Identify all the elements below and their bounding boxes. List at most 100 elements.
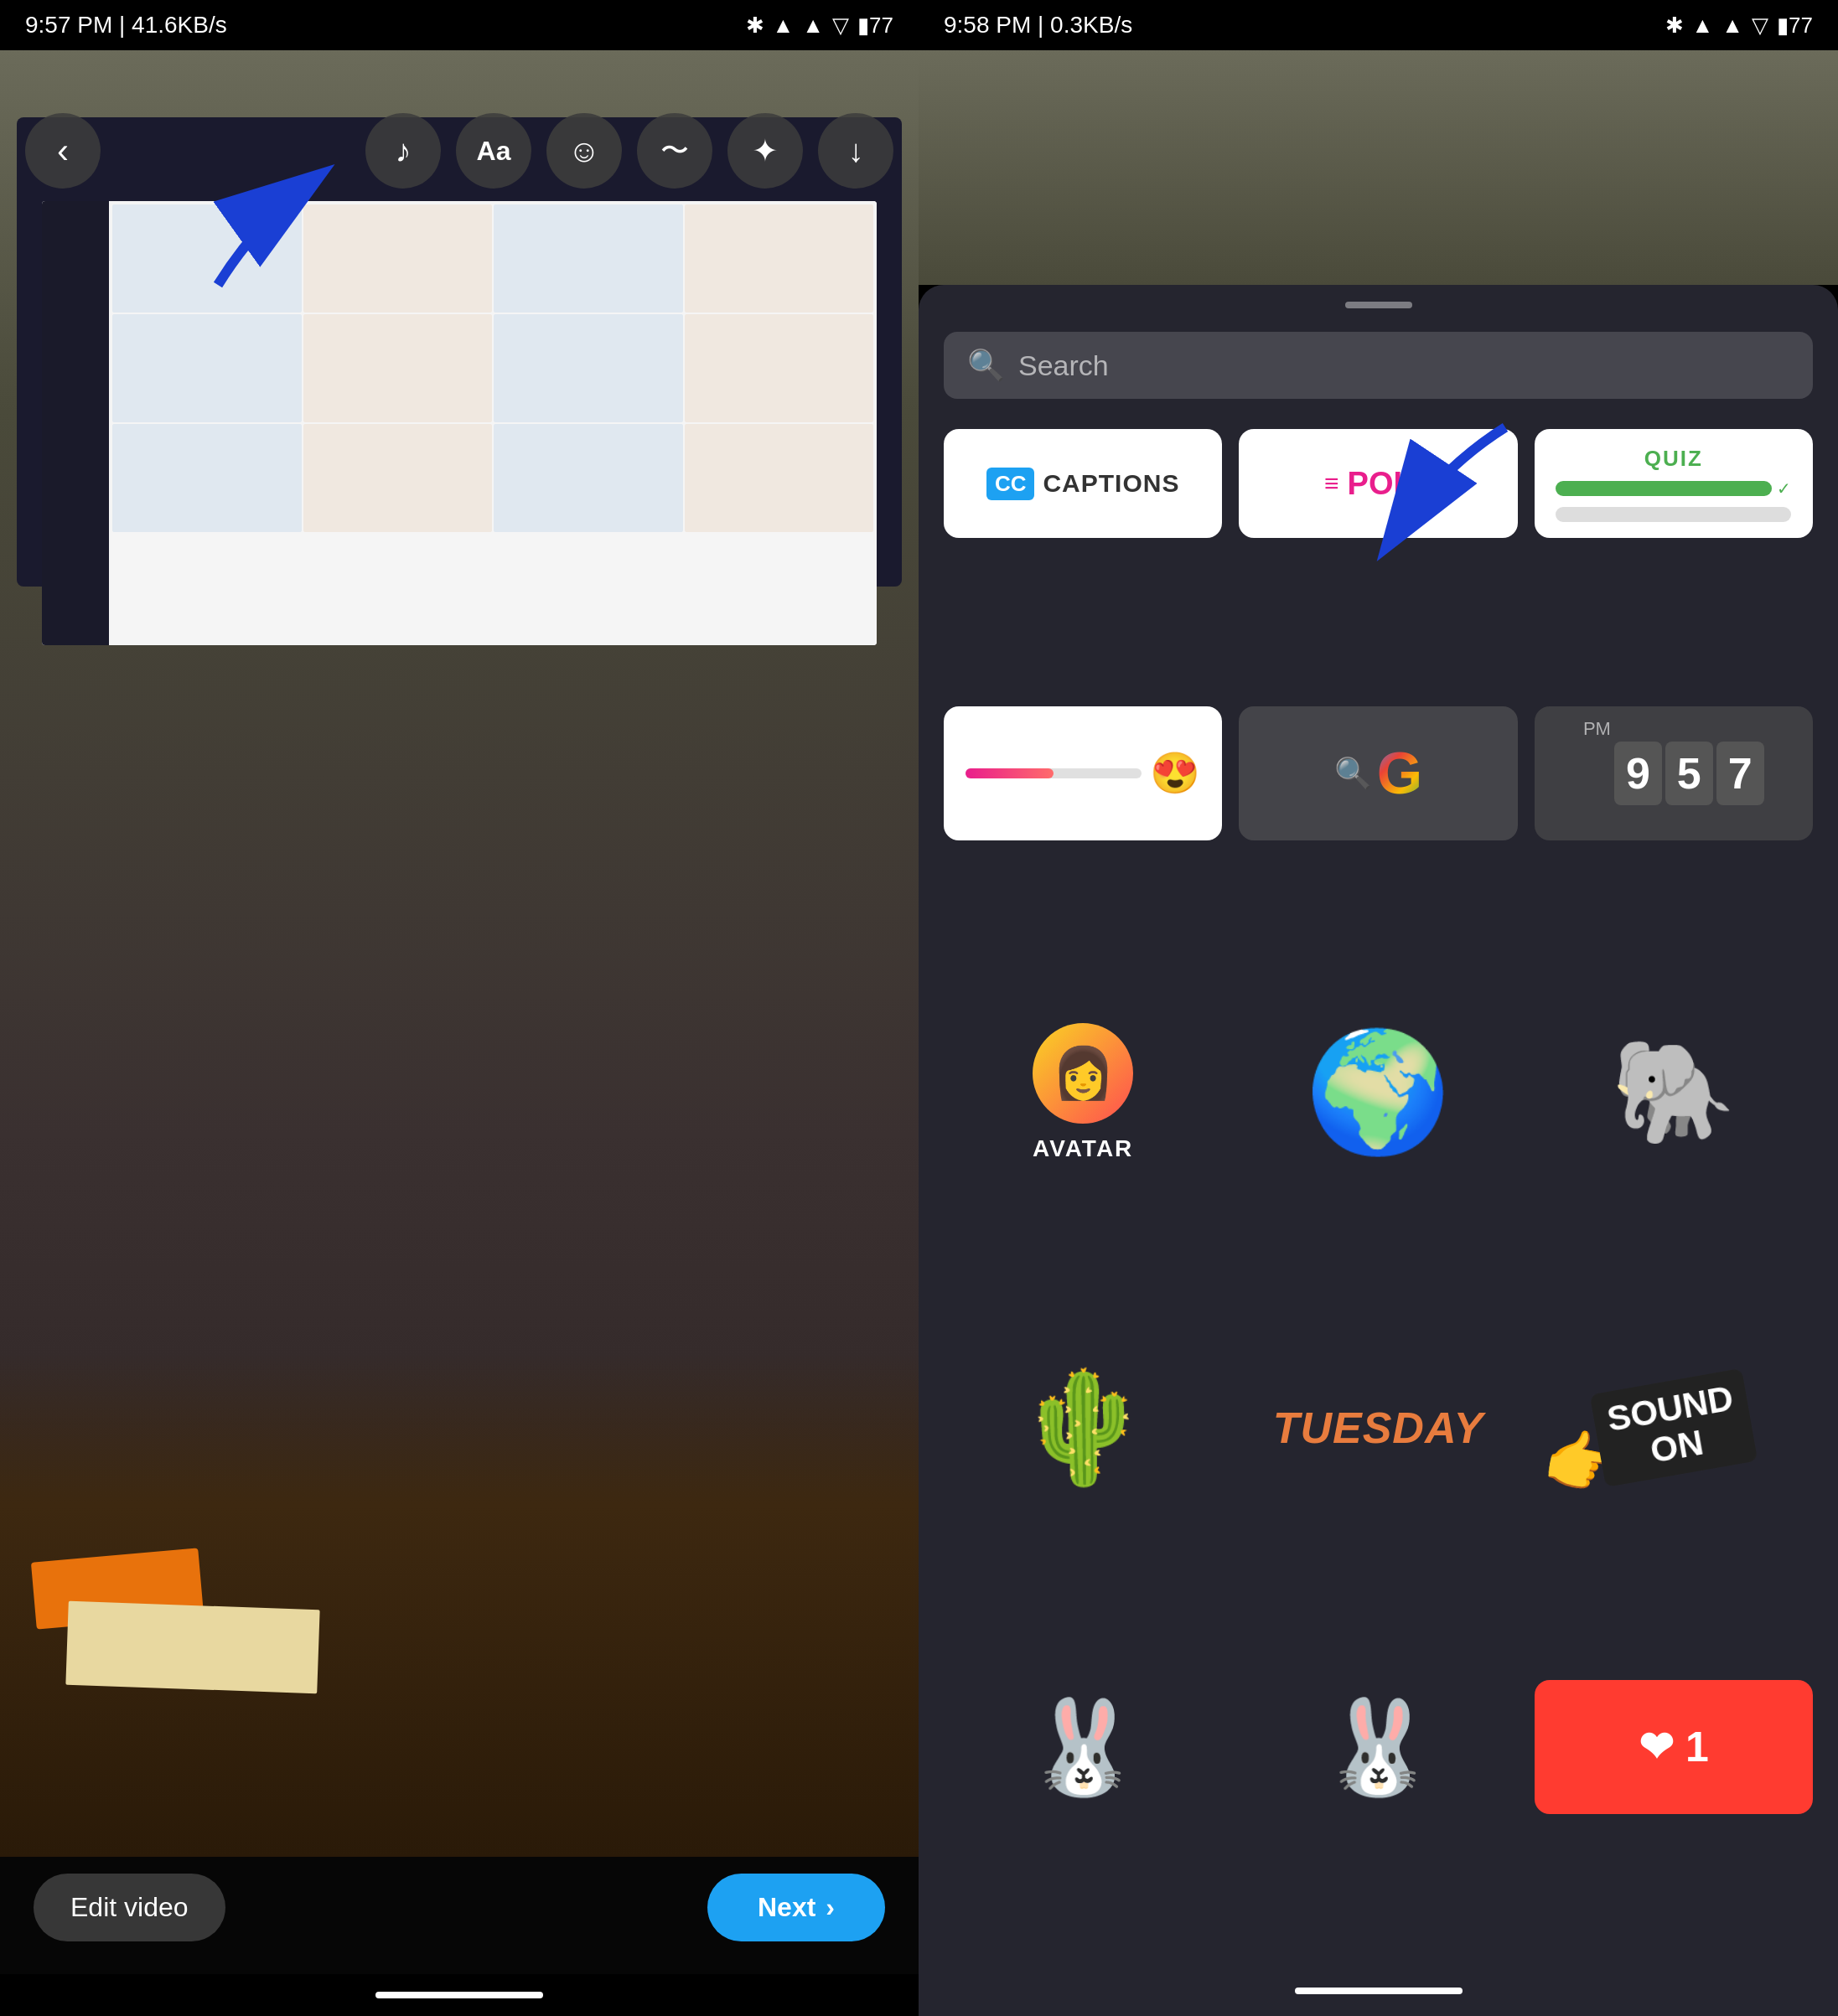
- screen-card: [112, 314, 302, 422]
- screen-card: [303, 314, 493, 422]
- screen-content: [42, 201, 877, 645]
- sticker-grid: CC CAPTIONS ≡ POLL QUIZ ✓: [944, 429, 1813, 1966]
- sparkle-button[interactable]: ✦: [727, 113, 803, 189]
- screen-card: [685, 204, 874, 313]
- time-right: 9:58 PM | 0.3KB/s: [944, 12, 1132, 39]
- back-button[interactable]: ‹: [25, 113, 101, 189]
- sticker-icon: ☺: [568, 133, 601, 169]
- clock-digit-1: 9: [1614, 742, 1662, 805]
- screen-sidebar: [42, 201, 109, 645]
- top-toolbar: ‹ ♪ Aa ☺ 〜 ✦ ↓: [0, 109, 919, 193]
- download-icon: ↓: [848, 133, 864, 169]
- right-video-preview: [919, 50, 1838, 285]
- avatar-emoji: 👩: [1052, 1043, 1115, 1103]
- bunny-purple-emoji: 🐰: [1321, 1693, 1436, 1801]
- music-button[interactable]: ♪: [365, 113, 441, 189]
- sticker-avatar[interactable]: 👩 AVATAR: [944, 1009, 1222, 1176]
- sheet-handle[interactable]: [1345, 302, 1412, 308]
- desk-scene: [0, 50, 919, 1857]
- monster-emoji: 🌵: [1015, 1364, 1151, 1491]
- clock-digit-2: 5: [1665, 742, 1713, 805]
- brush-button[interactable]: 〜: [637, 113, 712, 189]
- bluetooth-icon-r: ✱: [1665, 13, 1684, 39]
- screen-card: [494, 424, 683, 532]
- sticker-elephant[interactable]: 🐘: [1535, 1009, 1813, 1176]
- status-bar-left: 9:57 PM | 41.6KB/s ✱ ▲ ▲ ▽ ▮77: [0, 0, 919, 50]
- signal-icon-r2: ▲: [1722, 13, 1743, 39]
- left-panel: 9:57 PM | 41.6KB/s ✱ ▲ ▲ ▽ ▮77: [0, 0, 919, 2016]
- desk-clutter: [0, 1354, 919, 1857]
- like-emoji: 😍: [1150, 750, 1200, 797]
- sticker-clock[interactable]: PM 9 5 7: [1535, 706, 1813, 840]
- clock-digit-3: 7: [1716, 742, 1764, 805]
- home-bar-right: [1295, 1988, 1463, 1994]
- bunny-blue-emoji: 🐰: [1026, 1693, 1141, 1801]
- text-button[interactable]: Aa: [456, 113, 531, 189]
- sticker-heart-count[interactable]: ❤ 1: [1535, 1680, 1813, 1814]
- toolbar-icons: ♪ Aa ☺ 〜 ✦ ↓: [365, 113, 893, 189]
- edit-video-button[interactable]: Edit video: [34, 1874, 225, 1941]
- sticker-monster[interactable]: 🌵: [944, 1344, 1222, 1512]
- bluetooth-icon: ✱: [746, 13, 764, 39]
- sparkle-icon: ✦: [752, 132, 779, 169]
- brush-icon: 〜: [660, 132, 689, 170]
- signal-icon-r3: ▽: [1752, 13, 1768, 39]
- next-button[interactable]: Next ›: [707, 1874, 885, 1941]
- screen-main: [109, 201, 877, 645]
- screen-card: [685, 314, 874, 422]
- screen-card: [303, 424, 493, 532]
- sticker-google[interactable]: 🔍 G: [1239, 706, 1517, 840]
- cc-badge: CC: [986, 468, 1035, 500]
- avatar-label: AVATAR: [1033, 1135, 1133, 1162]
- quiz-label: QUIZ: [1644, 446, 1703, 472]
- text-icon: Aa: [477, 136, 511, 167]
- sound-label: SOUND ON: [1590, 1368, 1758, 1488]
- signal-icon-r1: ▲: [1692, 13, 1714, 39]
- check-icon: ✓: [1777, 478, 1791, 499]
- screen-card: [112, 424, 302, 532]
- screen-card: [494, 204, 683, 313]
- poll-label: POLL: [1348, 466, 1432, 502]
- status-bar-right: 9:58 PM | 0.3KB/s ✱ ▲ ▲ ▽ ▮77: [919, 0, 1838, 50]
- sticker-poll[interactable]: ≡ POLL: [1239, 429, 1517, 538]
- sticker-bunny-blue[interactable]: 🐰: [944, 1680, 1222, 1814]
- sticker-sound-on[interactable]: 👉 SOUND ON: [1535, 1344, 1813, 1512]
- right-panel: 9:58 PM | 0.3KB/s ✱ ▲ ▲ ▽ ▮77 🔍 Search: [919, 0, 1838, 2016]
- screen-card: [303, 204, 493, 313]
- bottom-bar-left: Edit video Next ›: [0, 1857, 919, 1974]
- search-input[interactable]: Search: [1018, 349, 1109, 382]
- monitor-screen: [42, 201, 877, 645]
- sticker-earth[interactable]: 🌍: [1239, 1009, 1517, 1176]
- home-bar-left: [375, 1992, 543, 1998]
- status-icons-right: ✱ ▲ ▲ ▽ ▮77: [1665, 13, 1813, 39]
- signal-icon-2: ▲: [802, 13, 824, 39]
- sticker-sheet: 🔍 Search CC CAPTIONS ≡: [919, 285, 1838, 1966]
- tuesday-label: TUESDAY: [1273, 1403, 1484, 1453]
- screen-card: [494, 314, 683, 422]
- sticker-bunny-purple[interactable]: 🐰: [1239, 1680, 1517, 1814]
- clock-ampm: PM: [1583, 718, 1611, 740]
- sticker-tuesday[interactable]: TUESDAY: [1239, 1344, 1517, 1512]
- home-indicator-left: [0, 1974, 919, 2016]
- sticker-quiz[interactable]: QUIZ ✓: [1535, 429, 1813, 538]
- search-icon: 🔍: [967, 348, 1005, 383]
- elephant-emoji: 🐘: [1611, 1033, 1737, 1151]
- quiz-bar-filled: [1556, 481, 1772, 496]
- quiz-bar-empty: [1556, 507, 1791, 522]
- sticker-like-slider[interactable]: 😍: [944, 706, 1222, 840]
- screen-card: [112, 204, 302, 313]
- like-slider-fill: [966, 768, 1054, 778]
- poll-icon: ≡: [1324, 469, 1339, 498]
- sticker-captions[interactable]: CC CAPTIONS: [944, 429, 1222, 538]
- google-search-icon: 🔍: [1334, 756, 1372, 791]
- search-bar[interactable]: 🔍 Search: [944, 332, 1813, 399]
- battery-icon: ▮77: [857, 13, 893, 39]
- like-slider-bar: [966, 768, 1142, 778]
- sticker-button[interactable]: ☺: [546, 113, 622, 189]
- back-icon: ‹: [57, 131, 69, 171]
- download-button[interactable]: ↓: [818, 113, 893, 189]
- screen-card: [685, 424, 874, 532]
- time-left: 9:57 PM | 41.6KB/s: [25, 12, 227, 39]
- papers: [65, 1601, 319, 1693]
- signal-icon-1: ▲: [773, 13, 795, 39]
